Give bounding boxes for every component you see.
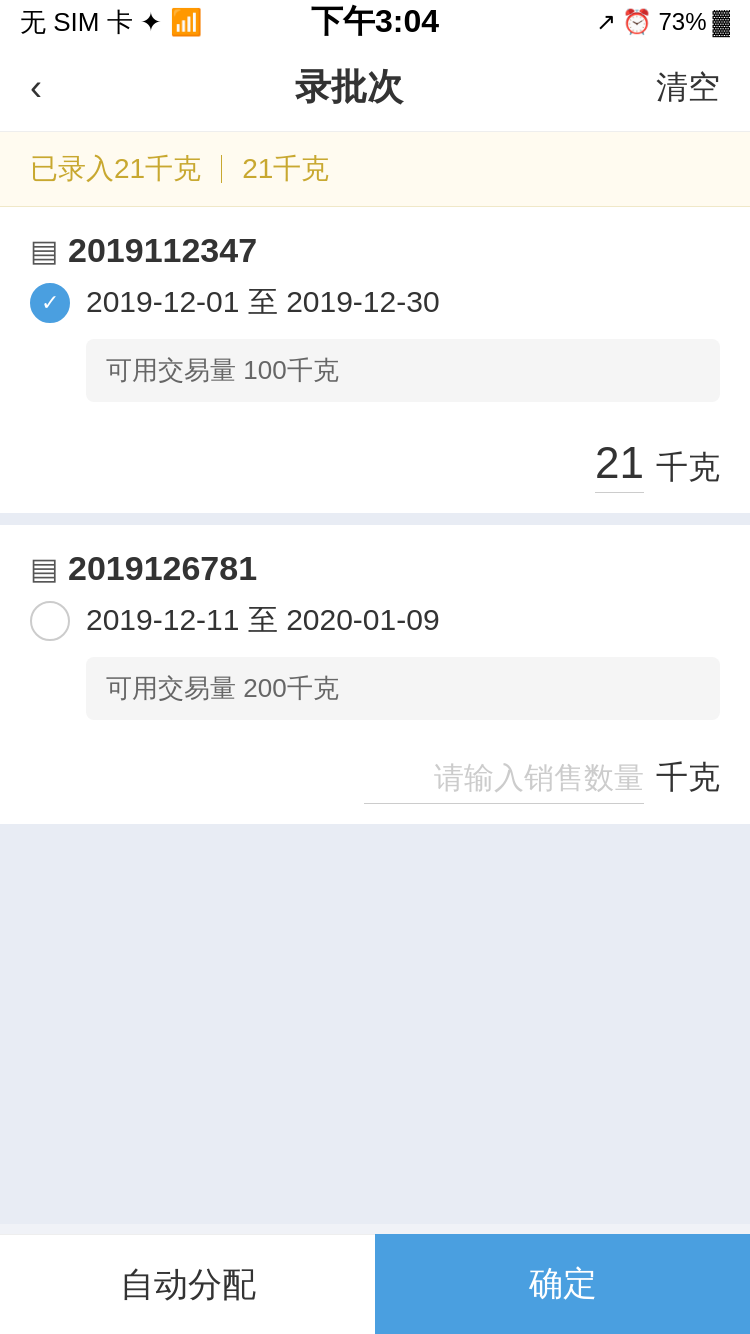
- summary-value: 21千克: [242, 150, 329, 188]
- batch1-amount-value: 21: [595, 438, 644, 488]
- batch1-date-row: ✓ 2019-12-01 至 2019-12-30: [30, 282, 720, 323]
- section-divider: [0, 513, 750, 525]
- nav-bar: ‹ 录批次 清空: [0, 44, 750, 132]
- alarm-icon: ⏰: [622, 8, 652, 36]
- status-time: 下午3:04: [311, 0, 439, 44]
- batch1-header: ▤ 2019112347: [30, 231, 720, 270]
- batch1-amount-unit: 千克: [656, 446, 720, 490]
- batch-item-2: ▤ 2019126781 2019-12-11 至 2020-01-09 可用交…: [0, 525, 750, 824]
- no-sim-text: 无 SIM 卡 ✦: [20, 5, 162, 40]
- battery-icon: ▓: [713, 8, 731, 36]
- back-button[interactable]: ‹: [30, 67, 42, 109]
- status-right: ↗ ⏰ 73% ▓: [596, 8, 730, 36]
- batch2-input-row: 请输入销售数量 千克: [0, 740, 750, 824]
- batch2-date-row: 2019-12-11 至 2020-01-09: [30, 600, 720, 641]
- batch2-radio[interactable]: [30, 601, 70, 641]
- confirm-button[interactable]: 确定: [375, 1234, 750, 1334]
- status-left: 无 SIM 卡 ✦ 📶: [20, 5, 202, 40]
- batch1-icon: ▤: [30, 233, 58, 268]
- batch1-radio[interactable]: ✓: [30, 283, 70, 323]
- batch-item-1: ▤ 2019112347 ✓ 2019-12-01 至 2019-12-30 可…: [0, 207, 750, 513]
- auto-distribute-button[interactable]: 自动分配: [0, 1234, 375, 1334]
- batch1-amount-row: 21 千克: [0, 422, 750, 513]
- bottom-bar: 自动分配 确定: [0, 1234, 750, 1334]
- summary-bar: 已录入21千克 21千克: [0, 132, 750, 207]
- batch2-available: 可用交易量 200千克: [86, 657, 720, 720]
- batch1-number: 2019112347: [68, 231, 257, 270]
- batch2-header: ▤ 2019126781: [30, 549, 720, 588]
- summary-divider: [221, 155, 222, 183]
- batch2-input-placeholder: 请输入销售数量: [434, 758, 644, 799]
- batch2-date: 2019-12-11 至 2020-01-09: [86, 600, 440, 641]
- battery-percent: 73%: [658, 8, 706, 36]
- batch1-available: 可用交易量 100千克: [86, 339, 720, 402]
- wifi-icon: 📶: [170, 7, 202, 38]
- gray-area: [0, 824, 750, 1224]
- summary-label: 已录入21千克: [30, 150, 201, 188]
- clear-button[interactable]: 清空: [656, 66, 720, 110]
- batch2-unit: 千克: [656, 756, 720, 800]
- batch1-date: 2019-12-01 至 2019-12-30: [86, 282, 440, 323]
- batch2-icon: ▤: [30, 551, 58, 586]
- page-title: 录批次: [295, 63, 403, 112]
- status-bar: 无 SIM 卡 ✦ 📶 下午3:04 ↗ ⏰ 73% ▓: [0, 0, 750, 44]
- location-icon: ↗: [596, 8, 616, 36]
- batch2-number: 2019126781: [68, 549, 257, 588]
